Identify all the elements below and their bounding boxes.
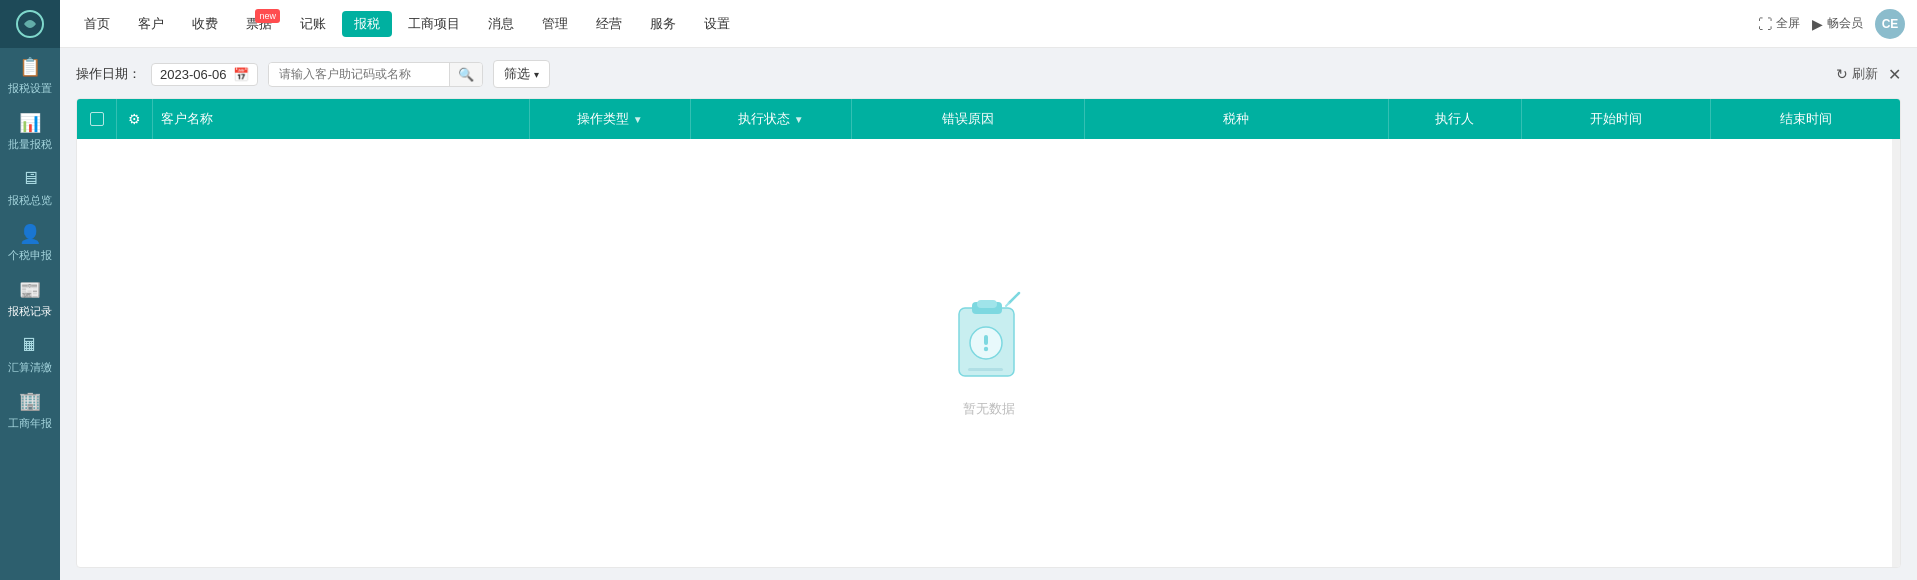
nav-shoufei[interactable]: 收费	[180, 11, 230, 37]
svg-rect-9	[968, 368, 1003, 371]
member-icon: ▶	[1812, 16, 1823, 32]
th-status[interactable]: 执行状态 ▼	[691, 99, 852, 139]
sidebar: 📋 报税设置 📊 批量报税 🖥 报税总览 👤 个税申报 📰 报税记录 🖩 汇算清…	[0, 0, 60, 580]
th-error: 错误原因	[852, 99, 1085, 139]
sidebar-item-geshuishenbo[interactable]: 👤 个税申报	[0, 215, 60, 271]
nav-baoshui[interactable]: 报税	[342, 11, 392, 37]
empty-state: 暂无数据	[944, 288, 1034, 418]
close-icon: ✕	[1888, 65, 1901, 84]
nav-shezhi[interactable]: 设置	[692, 11, 742, 37]
svg-line-8	[1006, 303, 1009, 306]
search-button[interactable]: 🔍	[449, 63, 482, 86]
topnav-right: ⛶ 全屏 ▶ 畅会员 CE	[1758, 9, 1905, 39]
content: 操作日期： 2023-06-06 📅 🔍 筛选 ▾ ↻	[60, 48, 1917, 580]
header-checkbox[interactable]	[90, 112, 104, 126]
member-btn[interactable]: ▶ 畅会员	[1812, 15, 1863, 32]
fullscreen-btn[interactable]: ⛶ 全屏	[1758, 15, 1800, 32]
svg-rect-3	[977, 300, 997, 308]
main-area: 首页 客户 收费 票据 new 记账 报税 工商项目 消息 管理 经营 服务 设…	[60, 0, 1917, 580]
nav-fuwu[interactable]: 服务	[638, 11, 688, 37]
nav-gongshang[interactable]: 工商项目	[396, 11, 472, 37]
table-body: 暂无数据	[77, 139, 1900, 567]
optype-sort-icon: ▼	[633, 114, 643, 125]
th-executor: 执行人	[1389, 99, 1521, 139]
table-container: ⚙ 客户名称 操作类型 ▼ 执行状态 ▼ 错误原因	[76, 98, 1901, 568]
toolbar-right: ↻ 刷新 ✕	[1836, 65, 1901, 84]
nav-piao[interactable]: 票据 new	[234, 11, 284, 37]
logo	[0, 0, 60, 48]
status-sort-icon: ▼	[794, 114, 804, 125]
scroll-track[interactable]	[1892, 139, 1900, 567]
filter-label: 筛选	[504, 65, 530, 83]
nav-client[interactable]: 客户	[126, 11, 176, 37]
th-checkbox[interactable]	[77, 99, 117, 139]
search-icon: 🔍	[458, 67, 474, 82]
th-starttime: 开始时间	[1522, 99, 1712, 139]
search-input[interactable]	[269, 63, 449, 85]
sidebar-item-baoshui-shezhi[interactable]: 📋 报税设置	[0, 48, 60, 104]
search-box: 🔍	[268, 62, 483, 87]
topnav: 首页 客户 收费 票据 new 记账 报税 工商项目 消息 管理 经营 服务 设…	[60, 0, 1917, 48]
nav-home[interactable]: 首页	[72, 11, 122, 37]
empty-illustration	[944, 288, 1034, 388]
nav-guanli[interactable]: 管理	[530, 11, 580, 37]
nav-jizhang[interactable]: 记账	[288, 11, 338, 37]
svg-line-7	[1009, 293, 1019, 303]
baoshui-shezhi-icon: 📋	[19, 56, 41, 79]
refresh-button[interactable]: ↻ 刷新	[1836, 65, 1878, 83]
chevron-down-icon: ▾	[534, 69, 539, 80]
user-avatar[interactable]: CE	[1875, 9, 1905, 39]
filter-button[interactable]: 筛选 ▾	[493, 60, 550, 88]
geshuishenbo-icon: 👤	[19, 223, 41, 246]
th-client: 客户名称	[153, 99, 530, 139]
th-settings[interactable]: ⚙	[117, 99, 153, 139]
sidebar-item-baoshui-zonglam[interactable]: 🖥 报税总览	[0, 159, 60, 215]
sidebar-item-piliang-baoshui[interactable]: 📊 批量报税	[0, 104, 60, 160]
empty-text: 暂无数据	[963, 400, 1015, 418]
close-button[interactable]: ✕	[1888, 65, 1901, 84]
huisuan-jiaona-icon: 🖩	[21, 334, 39, 357]
baoshui-jilu-icon: 📰	[19, 279, 41, 302]
date-label: 操作日期：	[76, 65, 141, 83]
nav-jingying[interactable]: 经营	[584, 11, 634, 37]
th-endtime: 结束时间	[1711, 99, 1900, 139]
nav-xiaoxi[interactable]: 消息	[476, 11, 526, 37]
sidebar-item-baoshui-jilu[interactable]: 📰 报税记录	[0, 271, 60, 327]
table-header: ⚙ 客户名称 操作类型 ▼ 执行状态 ▼ 错误原因	[77, 99, 1900, 139]
page-content: 操作日期： 2023-06-06 📅 🔍 筛选 ▾ ↻	[60, 48, 1917, 580]
date-value: 2023-06-06	[160, 67, 227, 82]
piliang-baoshui-icon: 📊	[19, 112, 41, 135]
refresh-icon: ↻	[1836, 66, 1848, 82]
fullscreen-icon: ⛶	[1758, 16, 1772, 32]
calendar-icon: 📅	[233, 67, 249, 82]
svg-rect-5	[984, 335, 988, 345]
sidebar-item-huisuan-jiaona[interactable]: 🖩 汇算清缴	[0, 326, 60, 382]
nav-items: 首页 客户 收费 票据 new 记账 报税 工商项目 消息 管理 经营 服务 设…	[72, 11, 1758, 37]
sidebar-item-gongshang-nianbao[interactable]: 🏢 工商年报	[0, 382, 60, 438]
gongshang-nianbao-icon: 🏢	[19, 390, 41, 413]
svg-point-6	[983, 347, 987, 351]
th-taxtype: 税种	[1085, 99, 1390, 139]
th-optype[interactable]: 操作类型 ▼	[530, 99, 691, 139]
new-badge: new	[255, 9, 280, 24]
settings-icon: ⚙	[128, 111, 141, 127]
date-picker[interactable]: 2023-06-06 📅	[151, 63, 258, 86]
baoshui-zonglam-icon: 🖥	[21, 167, 39, 190]
toolbar: 操作日期： 2023-06-06 📅 🔍 筛选 ▾ ↻	[76, 60, 1901, 88]
